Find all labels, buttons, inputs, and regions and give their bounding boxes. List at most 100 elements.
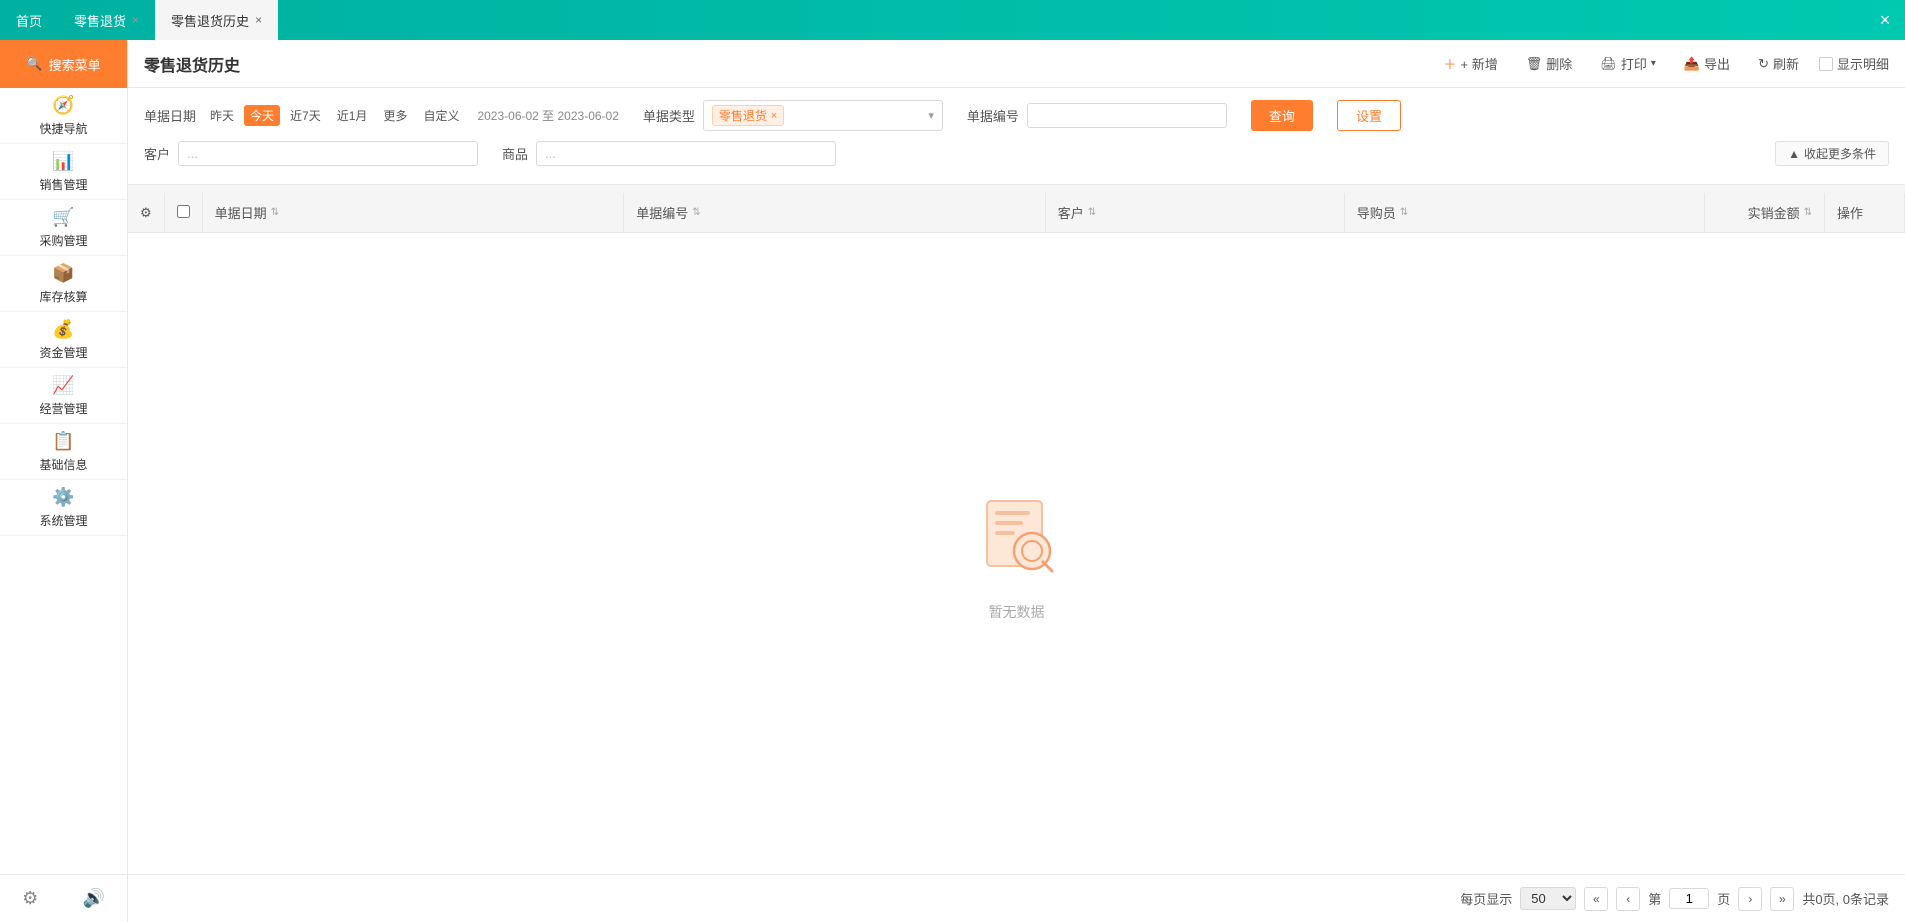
date-pill-more[interactable]: 更多 (377, 105, 413, 126)
new-button[interactable]: ＋ + 新增 (1436, 50, 1506, 77)
goods-input[interactable]: ... (536, 141, 836, 166)
audio-icon[interactable]: 🔊 (82, 888, 104, 909)
th-amount[interactable]: 实销金额 ⇅ (1705, 193, 1825, 233)
table-container: ⚙ 单据日期 ⇅ 单据编号 (128, 193, 1905, 874)
sidebar-search[interactable]: 🔍 搜索菜单 (0, 40, 127, 88)
new-icon: ＋ (1444, 54, 1457, 73)
setting-button[interactable]: 设置 (1337, 100, 1401, 131)
top-bar: 首页 零售退货 × 零售退货历史 × × (0, 0, 1905, 40)
sidebar-item-purchase-mgmt[interactable]: 🛒 采购管理 (0, 200, 127, 256)
search-icon: 🔍 (26, 56, 42, 72)
first-page-button[interactable]: « (1584, 887, 1608, 911)
main-layout: 🔍 搜索菜单 🧭 快捷导航 📊 销售管理 🛒 采购管理 📦 库存核算 💰 (0, 40, 1905, 922)
doc-type-tag-close[interactable]: × (771, 110, 777, 122)
last-page-icon: » (1779, 892, 1786, 906)
collapse-button[interactable]: ▲ 收起更多条件 (1775, 141, 1889, 166)
delete-button[interactable]: 🗑 删除 (1518, 50, 1581, 77)
tab-retail-return-label: 零售退货 (74, 11, 126, 30)
first-page-icon: « (1593, 892, 1600, 906)
column-settings-icon[interactable]: ⚙ (140, 205, 152, 220)
sort-guide-icon: ⇅ (1400, 207, 1408, 218)
show-detail-checkbox[interactable] (1819, 57, 1833, 71)
sidebar-item-base-info-label: 基础信息 (39, 456, 87, 473)
doc-type-tag-value: 零售退货 (719, 107, 767, 124)
filter-row-1: 单据日期 昨天 今天 近7天 近1月 更多 自定义 2023-06-02 至 2… (144, 100, 1889, 131)
filter-row-2: 客户 ... 商品 ... ▲ 收起更多条件 (144, 141, 1889, 166)
th-settings[interactable]: ⚙ (128, 193, 164, 233)
tab-retail-return-history-label: 零售退货历史 (171, 11, 249, 30)
toolbar: ＋ + 新增 🗑 删除 🖨 打印 ▾ 📤 导出 ↻ (1436, 50, 1889, 77)
customer-input[interactable]: ... (178, 141, 478, 166)
base-info-icon: 📋 (52, 431, 74, 452)
print-arrow-icon: ▾ (1651, 58, 1656, 69)
prev-page-icon: ‹ (1626, 892, 1630, 906)
page-size-select[interactable]: 50 10 20 100 (1520, 887, 1576, 910)
date-pill-today[interactable]: 今天 (244, 105, 280, 126)
table-header-row: ⚙ 单据日期 ⇅ 单据编号 (128, 193, 1905, 233)
th-customer[interactable]: 客户 ⇅ (1045, 193, 1344, 233)
print-button[interactable]: 🖨 打印 ▾ (1592, 50, 1664, 77)
th-doc-no-label: 单据编号 (636, 203, 688, 222)
date-pill-custom[interactable]: 自定义 (417, 105, 465, 126)
tab-retail-return[interactable]: 零售退货 × (58, 0, 155, 40)
sidebar-item-sys-mgmt-label: 系统管理 (39, 512, 87, 529)
prev-page-button[interactable]: ‹ (1616, 887, 1640, 911)
th-doc-no[interactable]: 单据编号 ⇅ (624, 193, 1046, 233)
inventory-icon: 📦 (52, 263, 74, 284)
doc-type-tag: 零售退货 × (712, 105, 784, 126)
doc-no-input[interactable] (1027, 103, 1227, 128)
page-size-label: 每页显示 (1460, 889, 1512, 908)
new-label: + 新增 (1461, 54, 1498, 73)
date-range-text: 2023-06-02 至 2023-06-02 (477, 107, 618, 124)
date-filter-label: 单据日期 (144, 106, 196, 125)
doc-type-select[interactable]: 零售退货 × ▾ (703, 100, 943, 131)
th-customer-label: 客户 (1058, 203, 1084, 222)
export-button[interactable]: 📤 导出 (1676, 50, 1738, 77)
export-label: 导出 (1704, 54, 1730, 73)
refresh-button[interactable]: ↻ 刷新 (1750, 50, 1807, 77)
select-all-checkbox[interactable] (177, 205, 190, 218)
th-action-label: 操作 (1837, 206, 1863, 221)
print-icon: 🖨 (1600, 56, 1617, 72)
customer-filter-group: 客户 ... (144, 141, 478, 166)
page-title: 零售退货历史 (144, 52, 1436, 76)
settings-gear-icon[interactable]: ⚙ (22, 888, 38, 909)
tab-retail-return-history-close[interactable]: × (255, 13, 262, 27)
sidebar-item-quick-nav[interactable]: 🧭 快捷导航 (0, 88, 127, 144)
tab-retail-return-close[interactable]: × (132, 13, 139, 27)
pagination-bar: 每页显示 50 10 20 100 « ‹ 第 页 › » 共0页, 0条记录 (128, 874, 1905, 922)
date-pill-yesterday[interactable]: 昨天 (204, 105, 240, 126)
sidebar-item-operations-label: 经营管理 (39, 400, 87, 417)
show-detail-group: 显示明细 (1819, 54, 1889, 73)
query-button[interactable]: 查询 (1251, 100, 1313, 131)
refresh-label: 刷新 (1773, 54, 1799, 73)
sidebar-item-sales-mgmt[interactable]: 📊 销售管理 (0, 144, 127, 200)
sort-doc-no-icon: ⇅ (692, 207, 700, 218)
delete-icon: 🗑 (1526, 56, 1543, 72)
sidebar-item-finance[interactable]: 💰 资金管理 (0, 312, 127, 368)
sidebar-item-operations[interactable]: 📈 经营管理 (0, 368, 127, 424)
tab-retail-return-history[interactable]: 零售退货历史 × (155, 0, 278, 40)
date-pill-last1m[interactable]: 近1月 (331, 105, 374, 126)
th-doc-date[interactable]: 单据日期 ⇅ (202, 193, 624, 233)
sort-doc-date-icon: ⇅ (271, 207, 279, 218)
last-page-button[interactable]: » (1770, 887, 1794, 911)
page-number-input[interactable] (1669, 888, 1709, 909)
th-guide[interactable]: 导购员 ⇅ (1344, 193, 1704, 233)
next-page-button[interactable]: › (1738, 887, 1762, 911)
doc-type-label: 单据类型 (643, 106, 695, 125)
window-close-button[interactable]: × (1865, 0, 1905, 40)
sidebar-item-purchase-label: 采购管理 (39, 232, 87, 249)
table-head: ⚙ 单据日期 ⇅ 单据编号 (128, 193, 1905, 233)
finance-icon: 💰 (52, 319, 74, 340)
customer-placeholder: ... (187, 146, 198, 161)
sidebar-item-sys-mgmt[interactable]: ⚙️ 系统管理 (0, 480, 127, 536)
collapse-label: 收起更多条件 (1804, 145, 1876, 162)
sidebar-item-inventory[interactable]: 📦 库存核算 (0, 256, 127, 312)
sidebar-item-base-info[interactable]: 📋 基础信息 (0, 424, 127, 480)
sys-mgmt-icon: ⚙️ (52, 487, 74, 508)
tab-home[interactable]: 首页 (0, 0, 58, 40)
goods-filter-group: 商品 ... (502, 141, 836, 166)
date-pill-last7[interactable]: 近7天 (284, 105, 327, 126)
empty-icon (967, 486, 1067, 586)
